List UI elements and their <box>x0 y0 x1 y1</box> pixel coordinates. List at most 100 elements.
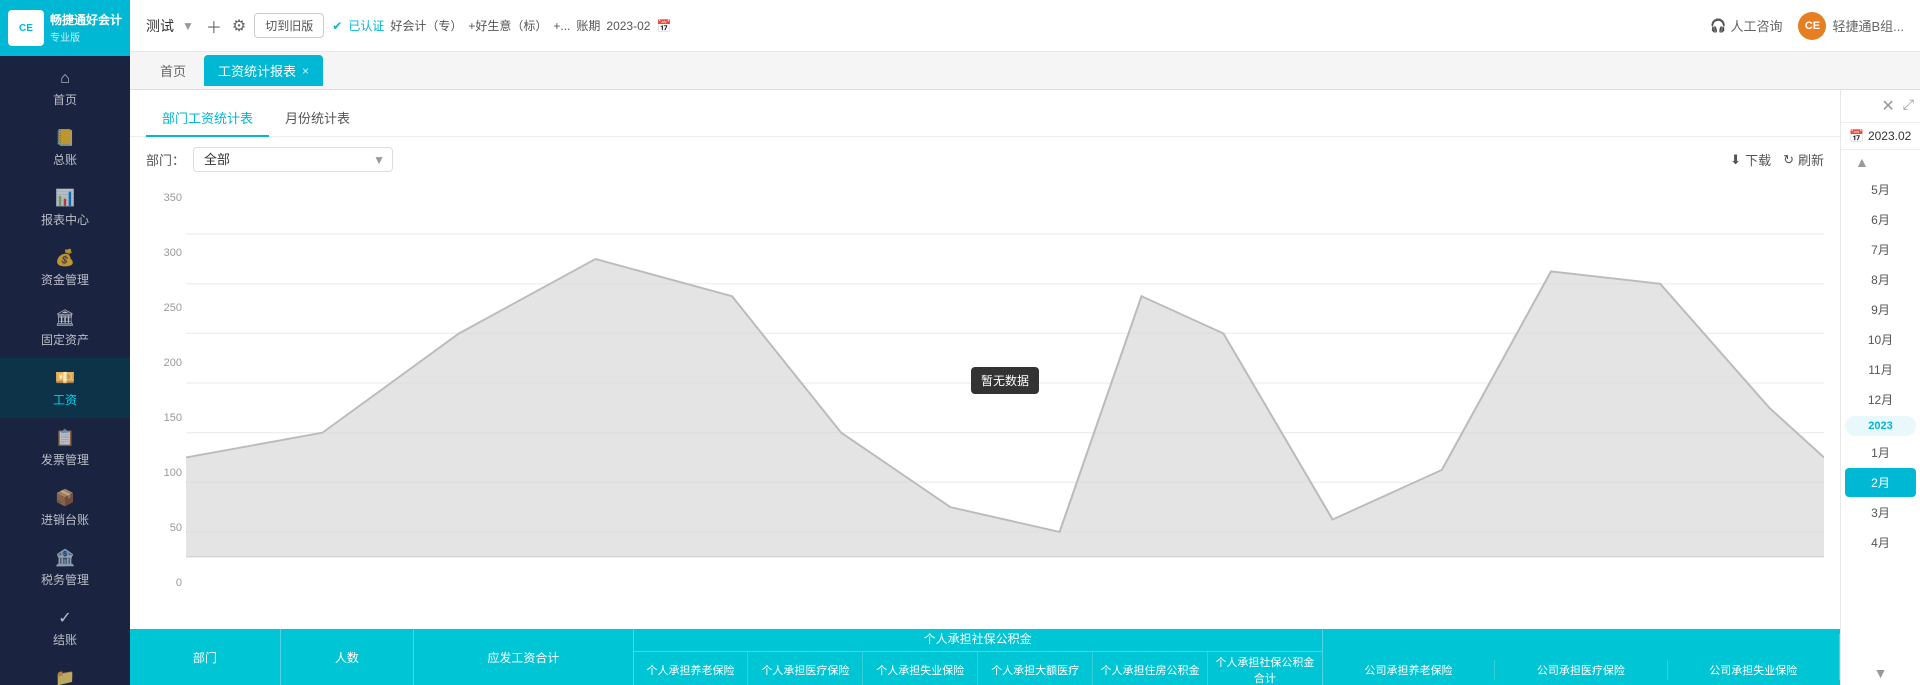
logo-text: 畅捷通好会计 <box>50 12 122 29</box>
month-item[interactable]: 7月 <box>1845 235 1916 264</box>
subtab-dept[interactable]: 部门工资统计表 <box>146 100 269 137</box>
user-button[interactable]: CE 轻捷通B组... <box>1798 12 1904 40</box>
sidebar-item-tax[interactable]: 🏦 税务管理 <box>0 538 130 598</box>
invoice-icon: 📋 <box>55 428 75 448</box>
area-chart <box>186 192 1824 589</box>
tab-salary[interactable]: 工资统计报表 × <box>204 55 323 86</box>
month-nav-arrows-bottom: ▼ <box>1841 661 1920 685</box>
switch-version-button[interactable]: 切到旧版 <box>254 13 324 38</box>
sidebar-item-home[interactable]: ⌂首页 <box>0 60 130 118</box>
download-label: 下载 <box>1745 150 1771 169</box>
purchase-icon: 📦 <box>55 488 75 508</box>
month-scroll[interactable]: 5月6月7月8月9月10月11月12月 2023 1月2月3月4月 <box>1841 174 1920 661</box>
refresh-button[interactable]: ↻ 刷新 <box>1783 150 1824 169</box>
th-personal-cells: 个人承担养老保险个人承担医疗保险个人承担失业保险个人承担大额医疗个人承担住房公积… <box>634 652 1322 685</box>
tab-close-button[interactable]: × <box>302 64 309 78</box>
th-company-sub: 公司承担养老保险 <box>1323 660 1495 680</box>
sidebar-item-salary[interactable]: 💴工资 <box>0 358 130 418</box>
month-item[interactable]: 6月 <box>1845 205 1916 234</box>
month-up-button[interactable]: ▲ <box>1849 152 1875 172</box>
right-panel-close-button[interactable]: ✕ <box>1881 96 1894 116</box>
calendar-icon[interactable]: 📅 <box>656 19 671 33</box>
month-nav-arrows: ▲ <box>1841 150 1920 174</box>
month-item[interactable]: 11月 <box>1845 355 1916 384</box>
logo-sub: 专业版 <box>50 29 122 44</box>
th-personal-group: 个人承担社保公积金 个人承担养老保险个人承担医疗保险个人承担失业保险个人承担大额… <box>634 626 1323 685</box>
sidebar-label-assets: 固定资产 <box>41 331 89 348</box>
th-personal-sub: 个人承担社保公积金合计 <box>1208 652 1322 685</box>
th-personal-sub: 个人承担住房公积金 <box>1093 652 1208 685</box>
sidebar-item-reports[interactable]: 📊 报表中心 <box>0 178 130 238</box>
th-count: 人数 <box>281 629 414 685</box>
month-item[interactable]: 9月 <box>1845 295 1916 324</box>
status-certified: 已认证 <box>348 17 384 34</box>
table-header-bar: 部门 人数 应发工资合计 个人承担社保公积金 个人承担养老保险个人承担医疗保险个… <box>130 629 1840 685</box>
subtab-month[interactable]: 月份统计表 <box>269 100 366 137</box>
th-salary: 应发工资合计 <box>414 629 633 685</box>
sidebar-nav: ⌂首页📒总账 📊 报表中心 💰资金管理🏛固定资产💴工资📋发票管理📦进销台账 🏦 税务管理 ✓… <box>0 56 130 685</box>
sidebar-item-ledger[interactable]: 📒总账 <box>0 118 130 178</box>
topbar: 测试 ▼ ＋ ⚙ 切到旧版 ✔ 已认证 好会计（专） +好生意（标） +... … <box>130 0 1920 52</box>
curr-year-months: 1月2月3月4月 <box>1841 438 1920 557</box>
home-icon: ⌂ <box>60 70 70 88</box>
dept-select[interactable]: 全部 财务部 销售部 研发部 人事部 <box>193 147 393 172</box>
topbar-right: 🎧 人工咨询 CE 轻捷通B组... <box>1710 12 1904 40</box>
right-panel: ✕ ⤢ 📅 2023.02 ▲ 5月6月7月8月9月10月11月12月 2023… <box>1840 90 1920 685</box>
chart-container: 0 50 100 150 200 250 300 350 <box>146 192 1824 619</box>
month-item[interactable]: 10月 <box>1845 325 1916 354</box>
sidebar-label-salary: 工资 <box>53 391 77 408</box>
topbar-title: 测试 <box>146 16 174 36</box>
download-button[interactable]: ⬇ 下载 <box>1730 150 1771 169</box>
content-main: 部门工资统计表 月份统计表 部门： 全部 财务部 销售部 研发部 人事部 ▼ <box>130 90 1840 685</box>
sidebar-item-archive[interactable]: 📁归档管理 <box>0 658 130 685</box>
y-label-50: 50 <box>150 522 182 534</box>
tab-salary-label: 工资统计报表 <box>218 61 296 80</box>
th-personal-group-title: 个人承担社保公积金 <box>634 626 1322 652</box>
service-button[interactable]: 🎧 人工咨询 <box>1710 16 1782 35</box>
year-indicator[interactable]: 2023 <box>1845 416 1916 436</box>
month-item[interactable]: 2月 <box>1845 468 1916 497</box>
th-dept: 部门 <box>130 629 281 685</box>
th-company-cells: 公司承担养老保险公司承担医疗保险公司承担失业保险 <box>1323 660 1839 680</box>
ledger-icon: 📒 <box>55 128 75 148</box>
y-label-150: 150 <box>150 412 182 424</box>
th-personal-sub: 个人承担养老保险 <box>634 652 749 685</box>
settings-icon[interactable]: ⚙ <box>232 16 246 36</box>
right-panel-expand-button[interactable]: ⤢ <box>1903 96 1914 116</box>
month-item[interactable]: 3月 <box>1845 498 1916 527</box>
sidebar-label-reports: 报表中心 <box>41 211 89 228</box>
prev-year-months: 5月6月7月8月9月10月11月12月 <box>1841 175 1920 414</box>
chart-wrapper: 0 50 100 150 200 250 300 350 <box>130 182 1840 629</box>
status-biz: +好生意（标） <box>468 17 547 34</box>
month-item[interactable]: 4月 <box>1845 528 1916 557</box>
add-icon[interactable]: ＋ <box>206 14 222 38</box>
month-item[interactable]: 5月 <box>1845 175 1916 204</box>
month-item[interactable]: 12月 <box>1845 385 1916 414</box>
y-label-200: 200 <box>150 357 182 369</box>
year-header[interactable]: 📅 2023.02 <box>1841 123 1920 150</box>
month-item[interactable]: 1月 <box>1845 438 1916 467</box>
sidebar-item-settlement[interactable]: ✓结账 <box>0 598 130 658</box>
sidebar-label-tax: 税务管理 <box>41 571 89 588</box>
sidebar-item-funds[interactable]: 💰资金管理 <box>0 238 130 298</box>
th-personal-sub: 个人承担医疗保险 <box>748 652 863 685</box>
tabbar: 首页 工资统计报表 × <box>130 52 1920 90</box>
th-personal-sub: 个人承担失业保险 <box>863 652 978 685</box>
tab-home[interactable]: 首页 <box>146 55 200 86</box>
reports-icon: 📊 <box>55 188 75 208</box>
dept-label: 部门： <box>146 150 185 169</box>
content-area: 部门工资统计表 月份统计表 部门： 全部 财务部 销售部 研发部 人事部 ▼ <box>130 90 1920 685</box>
refresh-label: 刷新 <box>1798 150 1824 169</box>
month-down-button[interactable]: ▼ <box>1849 663 1912 683</box>
sidebar-item-purchase[interactable]: 📦进销台账 <box>0 478 130 538</box>
sidebar-item-invoice[interactable]: 📋发票管理 <box>0 418 130 478</box>
tax-icon: 🏦 <box>55 548 75 568</box>
refresh-icon: ↻ <box>1783 152 1794 168</box>
sidebar-label-settlement: 结账 <box>53 631 77 648</box>
sidebar-logo: CE 畅捷通好会计 专业版 <box>0 0 130 56</box>
month-item[interactable]: 8月 <box>1845 265 1916 294</box>
sidebar-item-assets[interactable]: 🏛固定资产 <box>0 298 130 358</box>
th-company-sub: 公司承担医疗保险 <box>1495 660 1667 680</box>
topbar-dropdown-arrow[interactable]: ▼ <box>182 19 194 33</box>
calendar-icon-small: 📅 <box>1849 129 1864 143</box>
